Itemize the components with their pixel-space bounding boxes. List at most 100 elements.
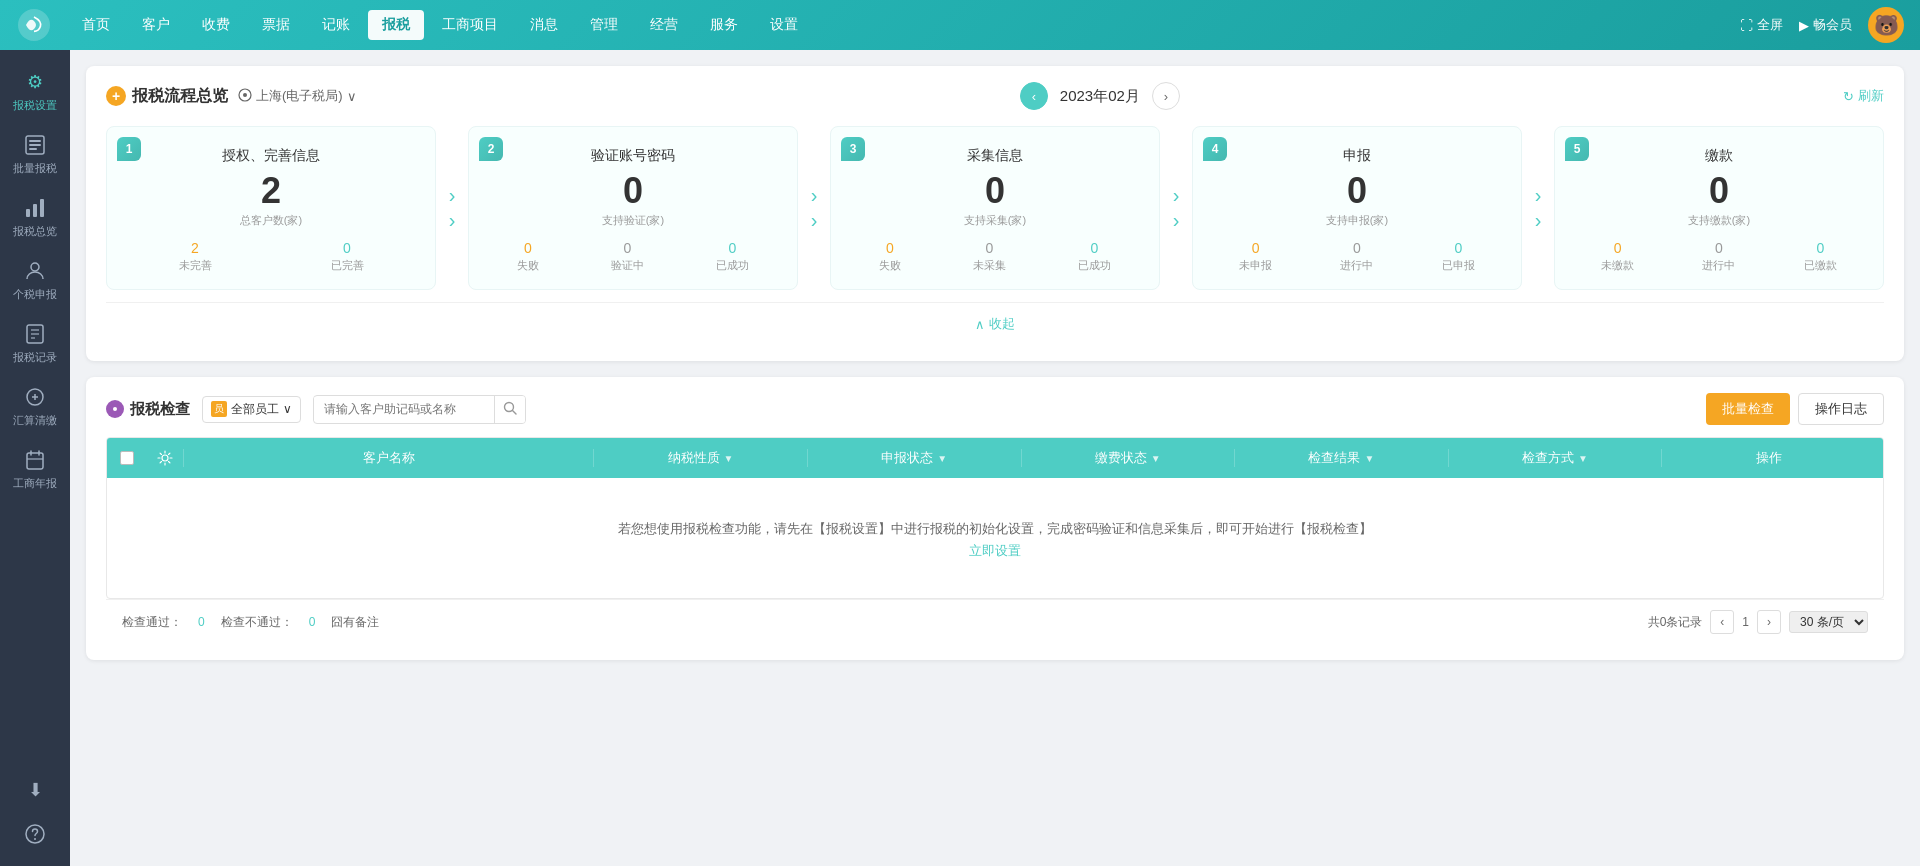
nav-operation[interactable]: 经营 [636,10,692,40]
step-5-stat-2[interactable]: 0 已缴款 [1804,240,1837,273]
annual-report-icon [23,448,47,472]
step-1-count: 2 [119,173,423,209]
step-4-stat-1[interactable]: 0 进行中 [1340,240,1373,273]
step-5-title: 缴款 [1567,147,1871,165]
month-label: 2023年02月 [1060,87,1140,106]
page-size-select[interactable]: 30 条/页 [1789,611,1868,633]
logo [16,7,52,43]
avatar[interactable]: 🐻 [1868,7,1904,43]
vip-btn[interactable]: ▶ 畅会员 [1799,16,1852,34]
pay-filter-icon[interactable]: ▼ [1151,453,1161,464]
sidebar-item-settlement[interactable]: 汇算清缴 [0,375,70,438]
step-4-stat-2[interactable]: 0 已申报 [1442,240,1475,273]
download-icon: ⬇ [23,778,47,802]
step-5-card: 5 缴款 0 支持缴款(家) 0 未缴款 0 进行中 0 已缴款 [1554,126,1884,290]
sidebar-item-tax-settings[interactable]: ⚙ 报税设置 [0,60,70,123]
method-filter-icon[interactable]: ▼ [1578,453,1588,464]
refresh-btn[interactable]: ↻ 刷新 [1843,87,1884,105]
employee-icon: 员 [211,401,227,417]
settlement-icon [23,385,47,409]
sidebar: ⚙ 报税设置 批量报税 报税总览 [0,50,70,866]
nav-manage[interactable]: 管理 [576,10,632,40]
flow-card-header: + 报税流程总览 上海(电子税局) ∨ ‹ 2023年02月 › ↻ [106,82,1884,110]
personal-tax-icon [23,259,47,283]
th-check-method[interactable]: 检查方式 ▼ [1448,449,1662,467]
next-page-btn[interactable]: › [1757,610,1781,634]
step-3-stat-1[interactable]: 0 未采集 [973,240,1006,273]
note-label: 囧有备注 [331,614,379,631]
th-check-result[interactable]: 检查结果 ▼ [1234,449,1448,467]
sidebar-item-tax-record[interactable]: 报税记录 [0,312,70,375]
declare-filter-icon[interactable]: ▼ [937,453,947,464]
nav-home[interactable]: 首页 [68,10,124,40]
nav-right: ⛶ 全屏 ▶ 畅会员 🐻 [1740,7,1904,43]
prev-month-btn[interactable]: ‹ [1020,82,1048,110]
th-gear[interactable] [147,450,183,466]
step-1-title: 授权、完善信息 [119,147,423,165]
employee-filter-btn[interactable]: 员 全部员工 ∨ [202,396,301,423]
th-pay-status[interactable]: 缴费状态 ▼ [1021,449,1235,467]
step-3-count: 0 [843,173,1147,209]
setup-link[interactable]: 立即设置 [969,542,1021,560]
step-5-subtitle: 支持缴款(家) [1567,213,1871,228]
th-declare-status[interactable]: 申报状态 ▼ [807,449,1021,467]
svg-rect-14 [27,453,43,469]
step-2-card: 2 验证账号密码 0 支持验证(家) 0 失败 0 验证中 0 已成功 [468,126,798,290]
tax-record-icon [23,322,47,346]
flow-overview-card: + 报税流程总览 上海(电子税局) ∨ ‹ 2023年02月 › ↻ [86,66,1904,361]
step-4-stats: 0 未申报 0 进行中 0 已申报 [1205,240,1509,273]
nav-bookkeeping[interactable]: 记账 [308,10,364,40]
search-button[interactable] [494,396,525,423]
location-tag[interactable]: 上海(电子税局) ∨ [238,87,357,105]
step-3-stat-0[interactable]: 0 失败 [879,240,901,273]
operation-log-button[interactable]: 操作日志 [1798,393,1884,425]
step-2-stat-0[interactable]: 0 失败 [517,240,539,273]
step-5-stat-0[interactable]: 0 未缴款 [1601,240,1634,273]
fullscreen-btn[interactable]: ⛶ 全屏 [1740,16,1783,34]
collapse-btn[interactable]: ∧ 收起 [106,302,1884,345]
sidebar-download-btn[interactable]: ⬇ [0,768,70,812]
th-checkbox[interactable] [107,451,147,465]
current-page: 1 [1742,615,1749,629]
th-tax-nature[interactable]: 纳税性质 ▼ [593,449,807,467]
sidebar-item-tax-overview[interactable]: 报税总览 [0,186,70,249]
table-header: 客户名称 纳税性质 ▼ 申报状态 ▼ 缴费状态 ▼ 检查结果 ▼ [107,438,1883,478]
prev-page-btn[interactable]: ‹ [1710,610,1734,634]
next-month-btn[interactable]: › [1152,82,1180,110]
step-1-stat-0[interactable]: 2 未完善 [179,240,212,273]
svg-rect-7 [40,199,44,217]
step-3-stat-2[interactable]: 0 已成功 [1078,240,1111,273]
nav-client[interactable]: 客户 [128,10,184,40]
tax-nature-filter-icon[interactable]: ▼ [724,453,734,464]
nav-settings[interactable]: 设置 [756,10,812,40]
svg-rect-6 [33,204,37,217]
nav-service[interactable]: 服务 [696,10,752,40]
step-3-title: 采集信息 [843,147,1147,165]
step-arrow-3: ›› [1160,126,1192,290]
nav-fee[interactable]: 收费 [188,10,244,40]
step-3-card: 3 采集信息 0 支持采集(家) 0 失败 0 未采集 0 已成功 [830,126,1160,290]
nav-message[interactable]: 消息 [516,10,572,40]
sidebar-item-personal-tax[interactable]: 个税申报 [0,249,70,312]
search-input[interactable] [314,397,494,421]
step-2-stat-1[interactable]: 0 验证中 [611,240,644,273]
sidebar-item-annual-report[interactable]: 工商年报 [0,438,70,501]
nav-business[interactable]: 工商项目 [428,10,512,40]
result-filter-icon[interactable]: ▼ [1364,453,1374,464]
sidebar-help-btn[interactable] [0,812,70,856]
check-fail-count[interactable]: 0 [309,615,316,629]
step-5-stat-1[interactable]: 0 进行中 [1702,240,1735,273]
step-3-subtitle: 支持采集(家) [843,213,1147,228]
header-checkbox[interactable] [120,451,134,465]
nav-invoice[interactable]: 票据 [248,10,304,40]
batch-check-button[interactable]: 批量检查 [1706,393,1790,425]
sidebar-item-batch-tax[interactable]: 批量报税 [0,123,70,186]
step-2-stat-2[interactable]: 0 已成功 [716,240,749,273]
nav-tax[interactable]: 报税 [368,10,424,40]
check-pass-count[interactable]: 0 [198,615,205,629]
step-1-number: 1 [117,137,141,161]
step-4-stat-0[interactable]: 0 未申报 [1239,240,1272,273]
svg-rect-3 [29,144,41,146]
search-box [313,395,526,424]
step-1-stat-1[interactable]: 0 已完善 [331,240,364,273]
